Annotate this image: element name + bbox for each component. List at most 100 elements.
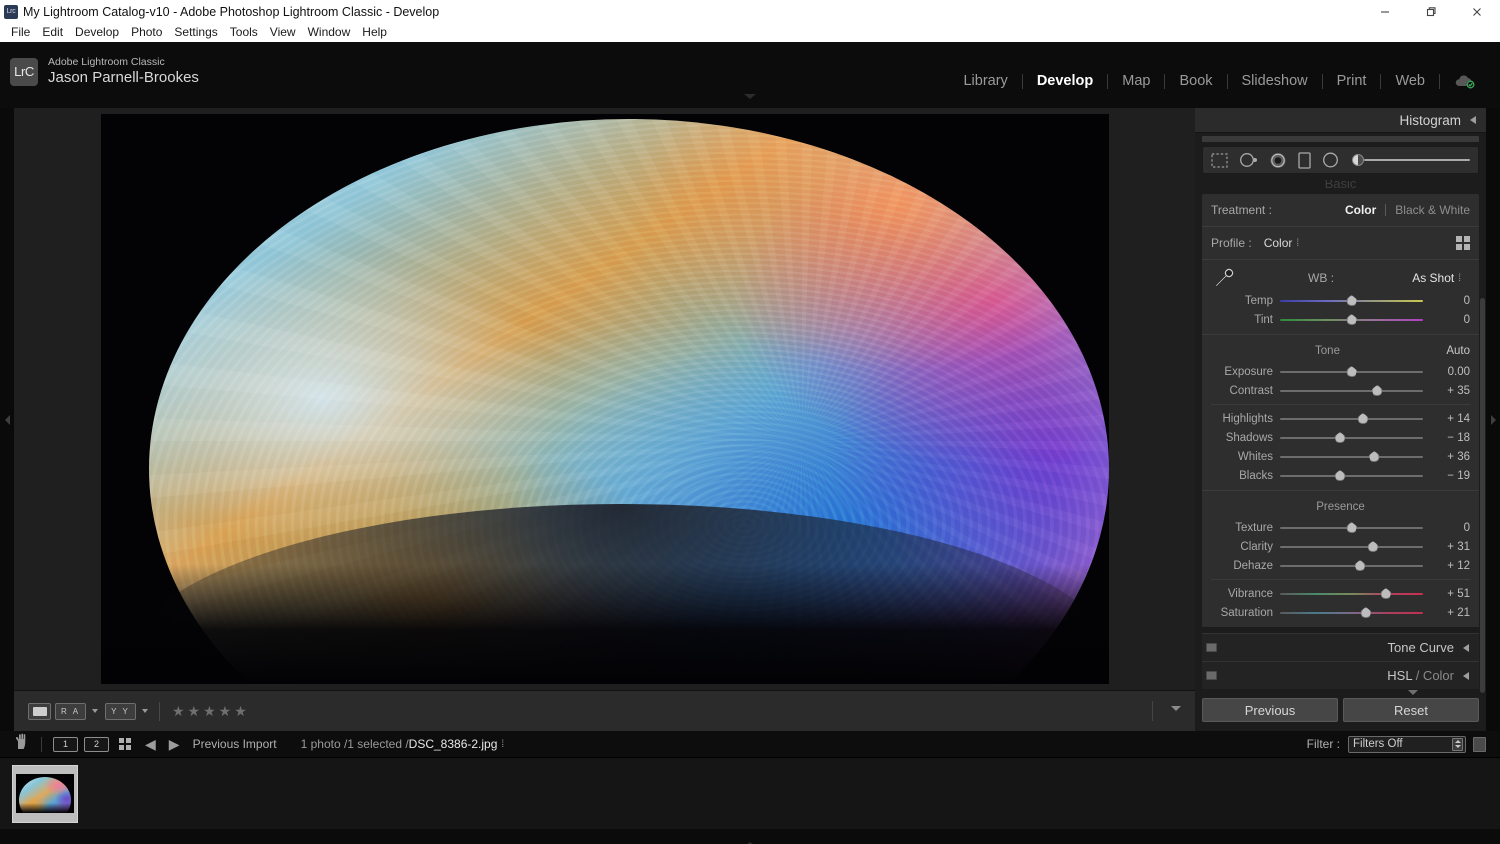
slider-track-wrap[interactable] (1280, 559, 1423, 573)
slider-value[interactable]: + 51 (1430, 588, 1470, 600)
right-panel-scrollbar[interactable] (1480, 298, 1485, 693)
slider-value[interactable]: + 36 (1430, 451, 1470, 463)
cloud-sync-icon[interactable] (1454, 73, 1476, 89)
linear-gradient-tool-icon[interactable] (1298, 151, 1311, 169)
menu-photo[interactable]: Photo (125, 24, 168, 41)
masking-tool-icon[interactable] (1269, 152, 1287, 169)
slider-temp[interactable]: Temp 0 (1202, 291, 1479, 310)
slider-value[interactable]: − 19 (1430, 470, 1470, 482)
slider-track-wrap[interactable] (1280, 412, 1423, 426)
treatment-bw-option[interactable]: Black & White (1395, 203, 1470, 217)
slider-track-wrap[interactable] (1280, 294, 1423, 308)
slider-track-wrap[interactable] (1280, 540, 1423, 554)
menu-develop[interactable]: Develop (69, 24, 125, 41)
slider-knob[interactable] (1346, 314, 1357, 325)
slider-knob[interactable] (1334, 470, 1346, 481)
panel-tone-curve[interactable]: Tone Curve (1202, 633, 1479, 661)
collapse-arrow-icon[interactable] (1470, 116, 1476, 124)
slider-track[interactable] (1280, 436, 1423, 439)
menu-settings[interactable]: Settings (168, 24, 223, 41)
filename-dropdown-icon[interactable]: ⁞ (501, 739, 504, 750)
slider-knob[interactable] (1346, 522, 1357, 533)
wb-dropdown-icon[interactable]: ⁞ (1458, 273, 1461, 284)
slider-track-wrap[interactable] (1280, 384, 1423, 398)
reset-button[interactable]: Reset (1343, 698, 1479, 722)
collapse-arrow-icon[interactable] (1463, 643, 1469, 652)
bottom-panel-toggle[interactable] (744, 833, 756, 844)
slider-knob[interactable] (1360, 607, 1372, 618)
treatment-color-option[interactable]: Color (1345, 203, 1376, 217)
grid-view-icon[interactable] (119, 738, 131, 750)
tone-curve-toggle-switch[interactable] (1206, 643, 1217, 652)
display-2-button[interactable]: 2 (84, 736, 109, 752)
slider-track[interactable] (1280, 474, 1423, 477)
slider-value[interactable]: 0 (1430, 314, 1470, 326)
module-book[interactable]: Book (1165, 72, 1226, 90)
slider-value[interactable]: + 12 (1430, 560, 1470, 572)
slider-track[interactable] (1280, 545, 1423, 548)
identity-switch-icon[interactable] (14, 733, 30, 755)
slider-knob[interactable] (1368, 451, 1380, 462)
previous-button[interactable]: Previous (1202, 698, 1338, 722)
panel-hsl-color[interactable]: HSL / Color (1202, 661, 1479, 689)
slider-track-wrap[interactable] (1280, 587, 1423, 601)
compare-view-button[interactable]: RA (55, 702, 86, 720)
slider-track[interactable] (1280, 611, 1423, 614)
slider-clarity[interactable]: Clarity + 31 (1202, 537, 1479, 556)
hsl-toggle-switch[interactable] (1206, 671, 1217, 680)
identity-plate[interactable]: LrC Adobe Lightroom Classic Jason Parnel… (10, 56, 199, 87)
crop-overlay-tool-icon[interactable] (1211, 152, 1228, 168)
left-panel-toggle[interactable] (0, 108, 14, 731)
minimize-icon[interactable] (1362, 0, 1408, 23)
module-slideshow[interactable]: Slideshow (1228, 72, 1322, 90)
slider-knob[interactable] (1354, 560, 1366, 571)
panel-end-caret-icon[interactable] (1408, 690, 1418, 695)
menu-edit[interactable]: Edit (36, 24, 69, 41)
slider-track[interactable] (1280, 592, 1423, 595)
slider-highlights[interactable]: Highlights + 14 (1202, 409, 1479, 428)
slider-track[interactable] (1280, 455, 1423, 458)
filter-flag-button[interactable] (1473, 736, 1486, 752)
histogram-display[interactable] (1202, 136, 1479, 142)
tool-slider-track[interactable] (1364, 159, 1470, 161)
eyedropper-icon[interactable] (1211, 266, 1237, 290)
restore-icon[interactable] (1408, 0, 1454, 23)
module-library[interactable]: Library (949, 72, 1021, 90)
slider-tint[interactable]: Tint 0 (1202, 310, 1479, 329)
tool-slider-knob[interactable] (1352, 154, 1364, 166)
slider-dehaze[interactable]: Dehaze + 12 (1202, 556, 1479, 575)
top-panel-toggle[interactable] (744, 86, 756, 99)
slider-track-wrap[interactable] (1280, 606, 1423, 620)
slider-track-wrap[interactable] (1280, 365, 1423, 379)
slider-track-wrap[interactable] (1280, 450, 1423, 464)
forward-arrow-icon[interactable]: ▶ (169, 737, 180, 751)
slider-texture[interactable]: Texture 0 (1202, 518, 1479, 537)
slider-exposure[interactable]: Exposure 0.00 (1202, 362, 1479, 381)
compare-caret-icon[interactable] (92, 709, 98, 713)
star-rating[interactable]: ★★★★★ (172, 703, 250, 720)
spot-removal-tool-icon[interactable] (1239, 152, 1258, 168)
photo-viewport[interactable] (14, 108, 1195, 690)
wb-value[interactable]: As Shot (1412, 271, 1454, 285)
slider-knob[interactable] (1334, 432, 1346, 443)
filter-spinner-icon[interactable] (1452, 737, 1463, 751)
slider-knob[interactable] (1357, 413, 1369, 424)
source-label[interactable]: Previous Import (193, 737, 277, 751)
slider-track[interactable] (1280, 389, 1423, 392)
menu-help[interactable]: Help (356, 24, 393, 41)
slider-track-wrap[interactable] (1280, 313, 1423, 327)
slider-track-wrap[interactable] (1280, 469, 1423, 483)
close-icon[interactable] (1454, 0, 1500, 23)
back-arrow-icon[interactable]: ◀ (145, 737, 156, 751)
slider-value[interactable]: + 31 (1430, 541, 1470, 553)
display-1-button[interactable]: 1 (53, 736, 78, 752)
slider-value[interactable]: + 21 (1430, 607, 1470, 619)
menu-tools[interactable]: Tools (224, 24, 264, 41)
collapse-arrow-icon[interactable] (1463, 671, 1469, 680)
slider-vibrance[interactable]: Vibrance + 51 (1202, 584, 1479, 603)
menu-view[interactable]: View (264, 24, 302, 41)
module-web[interactable]: Web (1381, 72, 1439, 90)
filter-select[interactable]: Filters Off (1348, 735, 1466, 753)
slider-whites[interactable]: Whites + 36 (1202, 447, 1479, 466)
survey-caret-icon[interactable] (142, 709, 148, 713)
